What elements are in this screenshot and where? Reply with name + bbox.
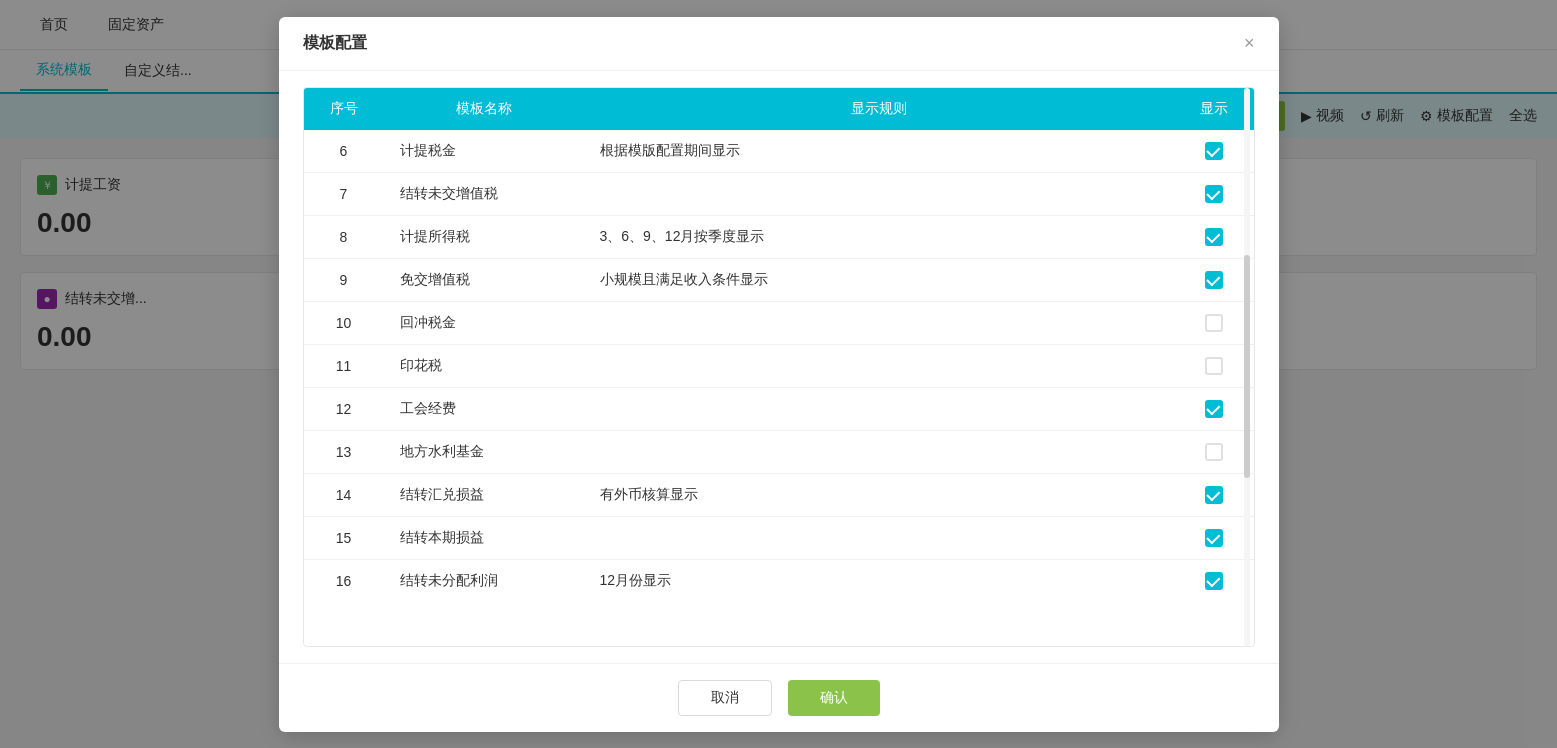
display-checkbox-13[interactable] xyxy=(1205,443,1223,461)
display-checkbox-16[interactable] xyxy=(1205,572,1223,590)
cell-rule: 小规模且满足收入条件显示 xyxy=(584,258,1174,301)
display-checkbox-9[interactable] xyxy=(1205,271,1223,289)
cell-rule xyxy=(584,301,1174,344)
cell-name: 结转未分配利润 xyxy=(384,559,584,602)
cell-display xyxy=(1174,215,1254,258)
cell-rule: 根据模版配置期间显示 xyxy=(584,130,1174,173)
dialog-header: 模板配置 × xyxy=(279,17,1279,71)
col-rule: 显示规则 xyxy=(584,88,1174,130)
cell-display xyxy=(1174,301,1254,344)
display-checkbox-10[interactable] xyxy=(1205,314,1223,332)
scrollbar-track xyxy=(1244,88,1250,646)
cell-display xyxy=(1174,473,1254,516)
table-row: 11印花税 xyxy=(304,344,1254,387)
col-display: 显示 xyxy=(1174,88,1254,130)
cell-name: 结转本期损益 xyxy=(384,516,584,559)
cell-seq: 12 xyxy=(304,387,384,430)
cell-display xyxy=(1174,430,1254,473)
dialog-footer: 取消 确认 xyxy=(279,663,1279,732)
confirm-button[interactable]: 确认 xyxy=(788,680,880,716)
cell-name: 结转汇兑损益 xyxy=(384,473,584,516)
dialog-template-config: 模板配置 × 序号 模板名称 显示规则 显示 6计提税金根据模版配置期间显 xyxy=(279,17,1279,732)
dialog-close-button[interactable]: × xyxy=(1244,34,1255,52)
cell-rule: 3、6、9、12月按季度显示 xyxy=(584,215,1174,258)
display-checkbox-6[interactable] xyxy=(1205,142,1223,160)
table-row: 10回冲税金 xyxy=(304,301,1254,344)
table-row: 15结转本期损益 xyxy=(304,516,1254,559)
display-checkbox-11[interactable] xyxy=(1205,357,1223,375)
dialog-title: 模板配置 xyxy=(303,33,367,54)
cell-display xyxy=(1174,130,1254,173)
display-checkbox-15[interactable] xyxy=(1205,529,1223,547)
cell-name: 计提税金 xyxy=(384,130,584,173)
table-row: 6计提税金根据模版配置期间显示 xyxy=(304,130,1254,173)
cell-name: 计提所得税 xyxy=(384,215,584,258)
cell-seq: 15 xyxy=(304,516,384,559)
table-row: 9免交增值税小规模且满足收入条件显示 xyxy=(304,258,1254,301)
table-row: 16结转未分配利润12月份显示 xyxy=(304,559,1254,602)
cell-display xyxy=(1174,344,1254,387)
table-row: 14结转汇兑损益有外币核算显示 xyxy=(304,473,1254,516)
cell-rule: 12月份显示 xyxy=(584,559,1174,602)
cell-rule xyxy=(584,430,1174,473)
cell-name: 结转未交增值税 xyxy=(384,172,584,215)
display-checkbox-12[interactable] xyxy=(1205,400,1223,418)
cell-display xyxy=(1174,387,1254,430)
scrollbar-thumb[interactable] xyxy=(1244,255,1250,478)
cell-seq: 14 xyxy=(304,473,384,516)
dialog-body: 序号 模板名称 显示规则 显示 6计提税金根据模版配置期间显示7结转未交增值税8… xyxy=(279,71,1279,663)
display-checkbox-14[interactable] xyxy=(1205,486,1223,504)
cell-seq: 13 xyxy=(304,430,384,473)
cell-rule xyxy=(584,387,1174,430)
cell-display xyxy=(1174,258,1254,301)
table-row: 12工会经费 xyxy=(304,387,1254,430)
cell-seq: 7 xyxy=(304,172,384,215)
table-row: 8计提所得税3、6、9、12月按季度显示 xyxy=(304,215,1254,258)
cell-name: 工会经费 xyxy=(384,387,584,430)
cell-seq: 11 xyxy=(304,344,384,387)
modal-overlay: 模板配置 × 序号 模板名称 显示规则 显示 6计提税金根据模版配置期间显 xyxy=(0,0,1557,748)
display-checkbox-8[interactable] xyxy=(1205,228,1223,246)
cancel-button[interactable]: 取消 xyxy=(678,680,772,716)
col-seq: 序号 xyxy=(304,88,384,130)
cell-rule: 有外币核算显示 xyxy=(584,473,1174,516)
config-table: 序号 模板名称 显示规则 显示 6计提税金根据模版配置期间显示7结转未交增值税8… xyxy=(304,88,1254,602)
cell-seq: 8 xyxy=(304,215,384,258)
table-row: 7结转未交增值税 xyxy=(304,172,1254,215)
cell-display xyxy=(1174,516,1254,559)
cell-name: 印花税 xyxy=(384,344,584,387)
display-checkbox-7[interactable] xyxy=(1205,185,1223,203)
cell-seq: 10 xyxy=(304,301,384,344)
cell-rule xyxy=(584,516,1174,559)
cell-name: 回冲税金 xyxy=(384,301,584,344)
col-name: 模板名称 xyxy=(384,88,584,130)
cell-rule xyxy=(584,172,1174,215)
table-wrapper: 序号 模板名称 显示规则 显示 6计提税金根据模版配置期间显示7结转未交增值税8… xyxy=(303,87,1255,647)
cell-name: 地方水利基金 xyxy=(384,430,584,473)
cell-rule xyxy=(584,344,1174,387)
cell-display xyxy=(1174,559,1254,602)
table-row: 13地方水利基金 xyxy=(304,430,1254,473)
cell-seq: 16 xyxy=(304,559,384,602)
cell-seq: 6 xyxy=(304,130,384,173)
cell-name: 免交增值税 xyxy=(384,258,584,301)
cell-seq: 9 xyxy=(304,258,384,301)
cell-display xyxy=(1174,172,1254,215)
